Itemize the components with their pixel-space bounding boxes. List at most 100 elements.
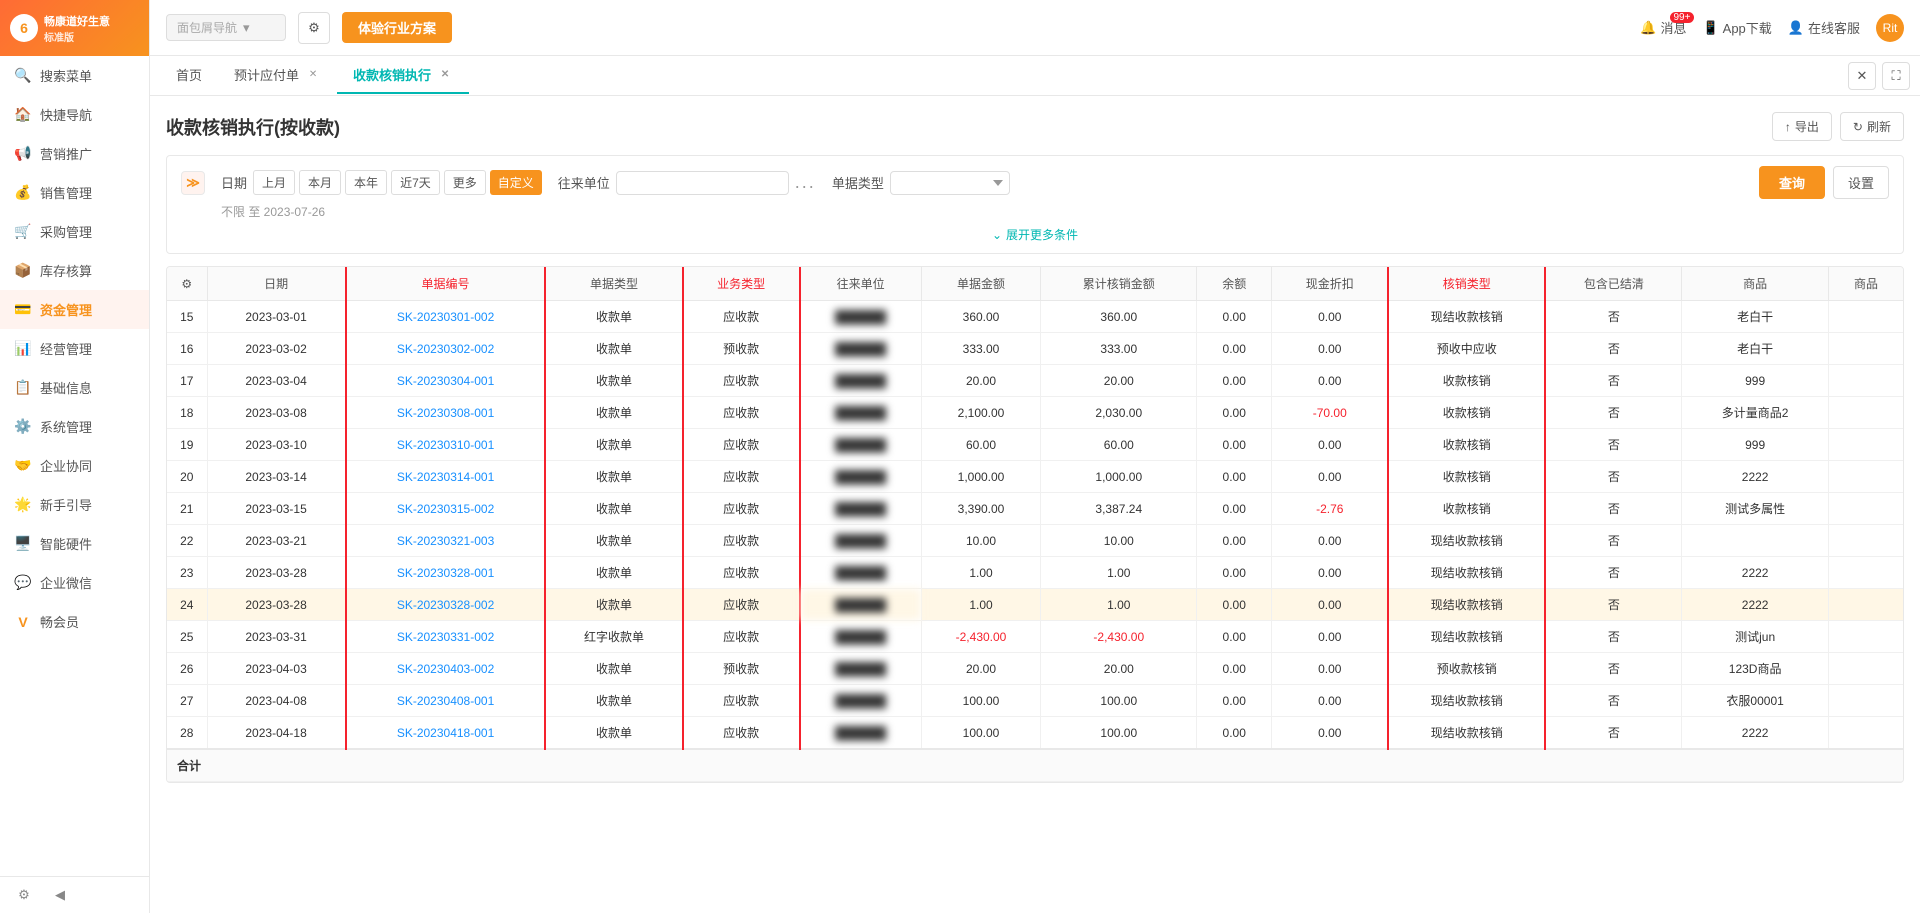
filter-settings-button[interactable]: 设置 bbox=[1833, 166, 1889, 199]
table-cell: -2,430.00 bbox=[1041, 621, 1197, 653]
messages-button[interactable]: 🔔 消息 99+ bbox=[1640, 18, 1686, 37]
tab-expand-btn[interactable]: ⛶ bbox=[1882, 62, 1910, 90]
breadcrumb-select[interactable]: 面包屑导航 ▾ bbox=[166, 14, 286, 41]
sidebar-item-enterprise[interactable]: 🤝 企业协同 bbox=[0, 446, 149, 485]
table-cell: 1,000.00 bbox=[921, 461, 1041, 493]
date-btn-custom[interactable]: 自定义 bbox=[490, 170, 542, 195]
doc-no-cell[interactable]: SK-20230328-001 bbox=[346, 557, 546, 589]
table-cell: 0.00 bbox=[1197, 717, 1272, 750]
doc-no-cell[interactable]: SK-20230315-002 bbox=[346, 493, 546, 525]
expand-conditions-button[interactable]: ⌄ 展开更多条件 bbox=[992, 226, 1078, 243]
sidebar-item-system[interactable]: ⚙️ 系统管理 bbox=[0, 407, 149, 446]
refresh-button[interactable]: ↻ 刷新 bbox=[1840, 112, 1904, 141]
tab-close-btn[interactable]: ✕ bbox=[1848, 62, 1876, 90]
tab-collection-close[interactable]: ✕ bbox=[437, 67, 453, 83]
table-cell: 老白干 bbox=[1682, 301, 1829, 333]
sidebar-item-hardware[interactable]: 🖥️ 智能硬件 bbox=[0, 524, 149, 563]
doc-no-cell[interactable]: SK-20230328-002 bbox=[346, 589, 546, 621]
date-btn-thismonth[interactable]: 本月 bbox=[299, 170, 341, 195]
doc-no-cell[interactable]: SK-20230408-001 bbox=[346, 685, 546, 717]
sidebar-item-operation[interactable]: 📊 经营管理 bbox=[0, 329, 149, 368]
write-off-type-cell: 现结收款核销 bbox=[1388, 525, 1545, 557]
table-cell: 否 bbox=[1545, 525, 1681, 557]
table-row: 232023-03-28SK-20230328-001收款单应收款██████1… bbox=[167, 557, 1903, 589]
tabs-bar: 首页 预计应付单 ✕ 收款核销执行 ✕ ✕ ⛶ bbox=[150, 56, 1920, 96]
table-cell: 衣服00001 bbox=[1682, 685, 1829, 717]
date-btn-lastmonth[interactable]: 上月 bbox=[253, 170, 295, 195]
partner-label: 往来单位 bbox=[558, 173, 610, 192]
table-cell: 24 bbox=[167, 589, 207, 621]
table-row: 202023-03-14SK-20230314-001收款单应收款██████1… bbox=[167, 461, 1903, 493]
sidebar-logo: 6 畅康道好生意 标准版 bbox=[0, 0, 149, 56]
sidebar-item-finance[interactable]: 💳 资金管理 bbox=[0, 290, 149, 329]
sidebar-item-wechat[interactable]: 💬 企业微信 bbox=[0, 563, 149, 602]
sidebar-item-shortcut[interactable]: 🏠 快捷导航 bbox=[0, 95, 149, 134]
table-cell: 2023-03-28 bbox=[207, 557, 346, 589]
col-doctype-header: 单据类型 bbox=[545, 267, 682, 301]
date-btn-more[interactable]: 更多 bbox=[444, 170, 486, 195]
sidebar-item-member[interactable]: V 畅会员 bbox=[0, 602, 149, 641]
sidebar-item-search[interactable]: 🔍 搜索菜单 bbox=[0, 56, 149, 95]
app-download-button[interactable]: 📱 App下载 bbox=[1702, 18, 1771, 37]
query-button[interactable]: 查询 bbox=[1759, 166, 1825, 199]
summary-label: 合计 bbox=[167, 749, 1903, 782]
table-cell bbox=[1828, 333, 1903, 365]
sidebar-item-marketing[interactable]: 📢 营销推广 bbox=[0, 134, 149, 173]
doc-no-cell[interactable]: SK-20230310-001 bbox=[346, 429, 546, 461]
sidebar-item-inventory[interactable]: 📦 库存核算 bbox=[0, 251, 149, 290]
col-settings-header[interactable]: ⚙ bbox=[167, 267, 207, 301]
table-cell: 20.00 bbox=[921, 653, 1041, 685]
table-cell: 19 bbox=[167, 429, 207, 461]
partner-input[interactable] bbox=[616, 171, 789, 195]
table-cell: -70.00 bbox=[1272, 397, 1388, 429]
table-cell: 2023-04-03 bbox=[207, 653, 346, 685]
table-cell: 10.00 bbox=[921, 525, 1041, 557]
dots-button[interactable]: ... bbox=[795, 172, 816, 193]
sidebar-item-purchase[interactable]: 🛒 采购管理 bbox=[0, 212, 149, 251]
table-cell: 20.00 bbox=[1041, 653, 1197, 685]
doc-no-cell[interactable]: SK-20230308-001 bbox=[346, 397, 546, 429]
user-avatar[interactable]: Rit bbox=[1876, 14, 1904, 42]
table-cell: 2023-04-18 bbox=[207, 717, 346, 750]
col-settings-icon[interactable]: ⚙ bbox=[181, 277, 192, 291]
collapse-icon[interactable]: ◀ bbox=[50, 885, 70, 905]
sidebar-item-sales[interactable]: 💰 销售管理 bbox=[0, 173, 149, 212]
table-cell: 27 bbox=[167, 685, 207, 717]
table-cell: ██████ bbox=[800, 333, 921, 365]
doc-no-cell[interactable]: SK-20230403-002 bbox=[346, 653, 546, 685]
sidebar-item-base[interactable]: 📋 基础信息 bbox=[0, 368, 149, 407]
date-range-text: 不限 至 2023-07-26 bbox=[221, 205, 325, 219]
doc-no-cell[interactable]: SK-20230301-002 bbox=[346, 301, 546, 333]
filter-expand-button[interactable]: ≫ bbox=[181, 171, 205, 195]
doc-no-cell[interactable]: SK-20230302-002 bbox=[346, 333, 546, 365]
doc-no-cell[interactable]: SK-20230304-001 bbox=[346, 365, 546, 397]
doc-no-cell[interactable]: SK-20230418-001 bbox=[346, 717, 546, 750]
service-icon: 👤 bbox=[1788, 20, 1804, 36]
sidebar-item-guide[interactable]: 🌟 新手引导 bbox=[0, 485, 149, 524]
doc-no-cell[interactable]: SK-20230331-002 bbox=[346, 621, 546, 653]
date-btn-thisyear[interactable]: 本年 bbox=[345, 170, 387, 195]
write-off-type-cell: 收款核销 bbox=[1388, 429, 1545, 461]
doc-no-cell[interactable]: SK-20230314-001 bbox=[346, 461, 546, 493]
online-service-button[interactable]: 👤 在线客服 bbox=[1788, 18, 1860, 37]
tab-home[interactable]: 首页 bbox=[160, 57, 218, 94]
tab-payable-close[interactable]: ✕ bbox=[305, 67, 321, 83]
export-button[interactable]: ↑ 导出 bbox=[1772, 112, 1832, 141]
settings-bottom-icon[interactable]: ⚙ bbox=[14, 885, 34, 905]
table-cell: 收款单 bbox=[545, 685, 682, 717]
table-cell: 2023-03-14 bbox=[207, 461, 346, 493]
date-btn-7days[interactable]: 近7天 bbox=[391, 170, 440, 195]
table-cell bbox=[1828, 461, 1903, 493]
page-content: 收款核销执行(按收款) ↑ 导出 ↻ 刷新 ≫ 日期 上月 bbox=[150, 96, 1920, 913]
table-row: 152023-03-01SK-20230301-002收款单应收款██████3… bbox=[167, 301, 1903, 333]
doc-type-select[interactable] bbox=[890, 171, 1010, 195]
tab-payable[interactable]: 预计应付单 ✕ bbox=[218, 57, 337, 94]
solution-button[interactable]: 体验行业方案 bbox=[342, 12, 452, 43]
tab-collection[interactable]: 收款核销执行 ✕ bbox=[337, 57, 469, 94]
table-cell: 21 bbox=[167, 493, 207, 525]
write-off-type-cell: 现结收款核销 bbox=[1388, 685, 1545, 717]
header-settings-button[interactable]: ⚙ bbox=[298, 12, 330, 44]
marketing-icon: 📢 bbox=[14, 145, 32, 163]
header-right: 🔔 消息 99+ 📱 App下载 👤 在线客服 Rit bbox=[1640, 14, 1904, 42]
doc-no-cell[interactable]: SK-20230321-003 bbox=[346, 525, 546, 557]
